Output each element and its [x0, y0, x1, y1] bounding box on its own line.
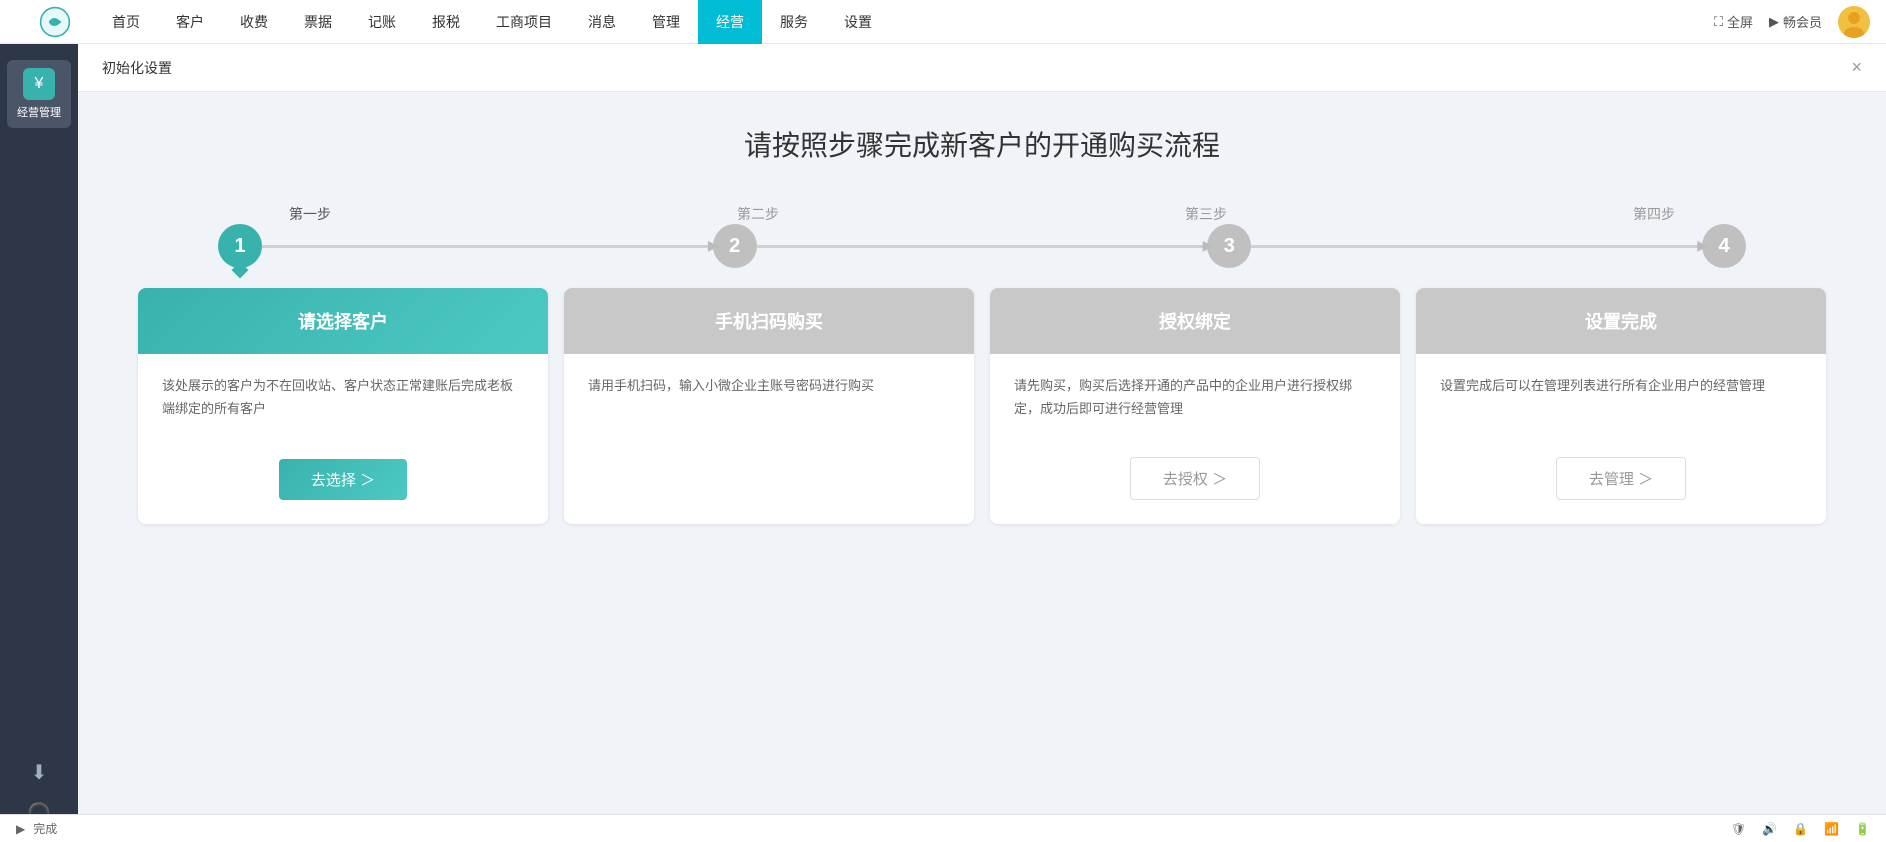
content-body: 请按照步骤完成新客户的开通购买流程 第一步 第二步 第三步 第四步: [78, 92, 1886, 556]
status-bar-right: 🛡 🔊 🔒 📶 🔋: [1731, 822, 1870, 836]
nav-settings[interactable]: 设置: [826, 0, 890, 44]
step2-node: 2: [713, 224, 757, 268]
nav-accounting[interactable]: 记账: [350, 0, 414, 44]
nav-right: ⛶ 全屏 ▶ 畅会员: [1714, 6, 1870, 38]
step4-label: 第四步: [1633, 204, 1675, 224]
sidebar-item-business[interactable]: ¥ 经营管理: [7, 60, 71, 128]
nav-billing[interactable]: 收费: [222, 0, 286, 44]
card4-header: 设置完成: [1416, 288, 1826, 354]
card-4: 设置完成 设置完成后可以在管理列表进行所有企业用户的经营管理 去管理 ＞: [1416, 288, 1826, 524]
fullscreen-btn[interactable]: ⛶ 全屏: [1714, 12, 1753, 31]
step4-number: 4: [1718, 235, 1729, 258]
card1-footer: 去选择 ＞: [138, 443, 548, 524]
step3-node: 3: [1207, 224, 1251, 268]
connector-1-2: ▶: [262, 245, 713, 248]
step3-number: 3: [1224, 235, 1235, 258]
card3-footer: 去授权 ＞: [990, 441, 1400, 524]
nav-business[interactable]: 经营: [698, 0, 762, 44]
wifi-icon: 📶: [1824, 822, 1839, 836]
play-icon: ▶: [1769, 14, 1779, 30]
card2-header: 手机扫码购买: [564, 288, 974, 354]
lock-icon: 🔒: [1793, 822, 1808, 836]
steps-nodes-row: 1 ▶ 2 ▶: [118, 224, 1846, 268]
avatar[interactable]: [1838, 6, 1870, 38]
card3-btn[interactable]: 去授权 ＞: [1130, 457, 1260, 500]
step2-label: 第二步: [737, 204, 779, 224]
layout: ¥ 经营管理 ⬇ 🎧 初始化设置 × 请按照步骤完成新客户的开通购买流程 第一步: [0, 44, 1886, 842]
card3-body: 请先购买，购买后选择开通的产品中的企业用户进行授权绑定，成功后即可进行经营管理: [990, 354, 1400, 441]
card-3: 授权绑定 请先购买，购买后选择开通的产品中的企业用户进行授权绑定，成功后即可进行…: [990, 288, 1400, 524]
play-btn[interactable]: ▶: [16, 822, 25, 836]
fullscreen-icon: ⛶: [1714, 14, 1723, 30]
sidebar: ¥ 经营管理 ⬇ 🎧: [0, 44, 78, 842]
main-content: 初始化设置 × 请按照步骤完成新客户的开通购买流程 第一步 第二步 第三步: [78, 44, 1886, 842]
main-page-title: 请按照步骤完成新客户的开通购买流程: [118, 124, 1846, 164]
member-btn[interactable]: ▶ 畅会员: [1769, 12, 1822, 31]
step1-node: 1: [218, 224, 262, 268]
battery-icon: 🔋: [1855, 822, 1870, 836]
nav-invoice[interactable]: 票据: [286, 0, 350, 44]
shield-icon: 🛡: [1731, 822, 1746, 836]
volume-icon: 🔊: [1762, 822, 1777, 836]
nav-tax[interactable]: 报税: [414, 0, 478, 44]
status-bar: ▶ 完成 🛡 🔊 🔒 📶 🔋: [0, 814, 1886, 842]
nav-customer[interactable]: 客户: [158, 0, 222, 44]
connector-2-3: ▶: [757, 245, 1208, 248]
nav-message[interactable]: 消息: [570, 0, 634, 44]
page-title: 初始化设置: [102, 58, 172, 78]
card1-header: 请选择客户: [138, 288, 548, 354]
card2-footer: [564, 484, 974, 524]
top-nav: 首页 客户 收费 票据 记账 报税 工商项目 消息 管理 经营 服务 设置 ⛶ …: [0, 0, 1886, 44]
step4-node: 4: [1702, 224, 1746, 268]
card1-body: 该处展示的客户为不在回收站、客户状态正常建账后完成老板端绑定的所有客户: [138, 354, 548, 443]
nav-service[interactable]: 服务: [762, 0, 826, 44]
card4-body: 设置完成后可以在管理列表进行所有企业用户的经营管理: [1416, 354, 1826, 441]
card-2: 手机扫码购买 请用手机扫码，输入小微企业主账号密码进行购买: [564, 288, 974, 524]
status-label: 完成: [33, 820, 57, 837]
close-button[interactable]: ×: [1851, 57, 1862, 78]
card2-body: 请用手机扫码，输入小微企业主账号密码进行购买: [564, 354, 974, 484]
steps-labels-row: 第一步 第二步 第三步 第四步: [118, 204, 1846, 224]
card-1: 请选择客户 该处展示的客户为不在回收站、客户状态正常建账后完成老板端绑定的所有客…: [138, 288, 548, 524]
step1-number: 1: [234, 235, 245, 258]
cards-row: 请选择客户 该处展示的客户为不在回收站、客户状态正常建账后完成老板端绑定的所有客…: [118, 288, 1846, 524]
download-icon[interactable]: ⬇: [31, 760, 48, 785]
card3-header: 授权绑定: [990, 288, 1400, 354]
connector-3-4: ▶: [1251, 245, 1702, 248]
nav-items: 首页 客户 收费 票据 记账 报税 工商项目 消息 管理 经营 服务 设置: [94, 0, 1714, 44]
card4-btn[interactable]: 去管理 ＞: [1556, 457, 1686, 500]
business-icon: ¥: [23, 68, 55, 100]
nav-industry[interactable]: 工商项目: [478, 0, 570, 44]
nav-home[interactable]: 首页: [94, 0, 158, 44]
step1-label: 第一步: [289, 204, 331, 224]
step3-label: 第三步: [1185, 204, 1227, 224]
card4-footer: 去管理 ＞: [1416, 441, 1826, 524]
logo: [16, 6, 94, 38]
content-header: 初始化设置 ×: [78, 44, 1886, 92]
card1-btn[interactable]: 去选择 ＞: [279, 459, 407, 500]
step2-number: 2: [729, 235, 740, 258]
nav-manage[interactable]: 管理: [634, 0, 698, 44]
